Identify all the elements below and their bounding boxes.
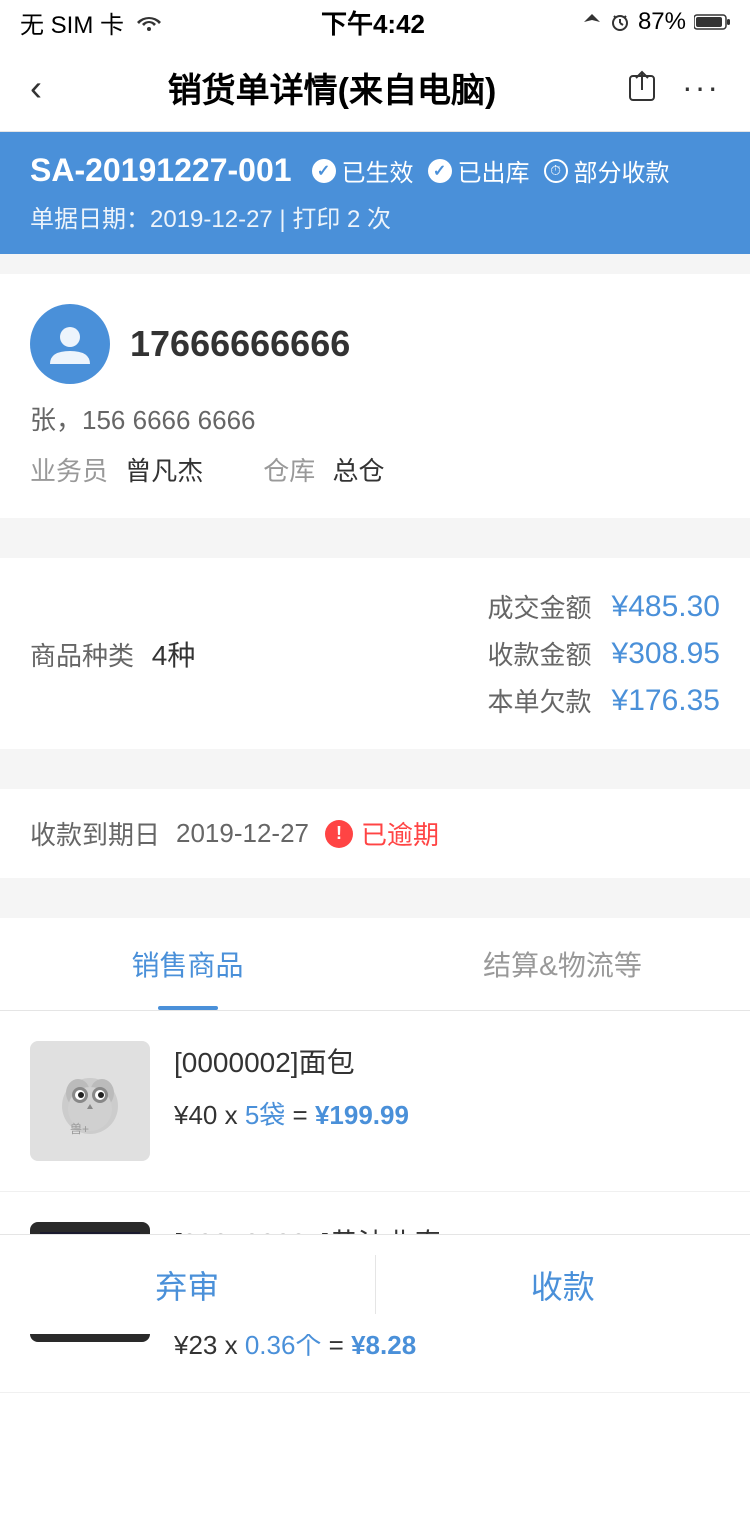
- badge-shipped: ✓ 已出库: [428, 153, 530, 188]
- status-badges: ✓ 已生效 ✓ 已出库 ⏱ 部分收款: [312, 153, 670, 188]
- badge-activated: ✓ 已生效: [312, 153, 414, 188]
- kinds-value: 4种: [152, 640, 196, 671]
- battery-icon: [694, 13, 730, 31]
- person-icon: [45, 319, 95, 369]
- product-thumb-1: 兽+: [30, 1041, 150, 1161]
- bottom-bar: 弃审 收款: [0, 1234, 750, 1334]
- overdue-text: 已逾期: [361, 815, 439, 852]
- status-left: 无 SIM 卡: [20, 5, 164, 40]
- price-base-2: ¥23 x: [174, 1330, 245, 1360]
- separator-1: [0, 518, 750, 538]
- alarm-icon: [610, 12, 630, 32]
- nav-left: ‹: [30, 67, 42, 109]
- product-kinds: 商品种类 4种: [30, 634, 195, 674]
- product-item-1: 兽+ [0000002]面包 ¥40 x 5袋 = ¥199.99: [0, 1011, 750, 1192]
- check-icon-2: ✓: [428, 159, 452, 183]
- badge-shipped-label: 已出库: [458, 153, 530, 188]
- amount-row-2: 收款金额 ¥308.95: [488, 635, 720, 672]
- nav-bar: ‹ 销货单详情(来自电脑) ···: [0, 44, 750, 132]
- status-right: 87%: [582, 8, 730, 36]
- price-total-1: ¥199.99: [315, 1100, 409, 1130]
- svg-text:兽+: 兽+: [70, 1122, 89, 1136]
- wifi-icon: [134, 12, 164, 32]
- debt-value: ¥176.35: [612, 684, 720, 718]
- sales-meta: 业务员 曾凡杰: [30, 451, 203, 488]
- separator-3: [0, 878, 750, 898]
- signal-text: 无 SIM 卡: [20, 5, 124, 40]
- bottom-padding: [0, 1393, 750, 1513]
- price-qty-2: 0.36个: [245, 1330, 322, 1360]
- avatar: [30, 304, 110, 384]
- tabs-section: 销售商品 结算&物流等 兽+ [0000002]面包: [0, 918, 750, 1513]
- nav-right: ···: [622, 68, 720, 108]
- collected-label: 收款金额: [488, 635, 592, 672]
- product-info-1: [0000002]面包 ¥40 x 5袋 = ¥199.99: [174, 1041, 720, 1161]
- share-icon[interactable]: [622, 68, 662, 108]
- overdue-icon: !: [325, 820, 353, 848]
- status-bar: 无 SIM 卡 下午4:42 87%: [0, 0, 750, 44]
- warehouse-meta: 仓库 总仓: [263, 451, 384, 488]
- product-price-1: ¥40 x 5袋 = ¥199.99: [174, 1095, 720, 1132]
- amount-row-3: 本单欠款 ¥176.35: [488, 682, 720, 719]
- status-time: 下午4:42: [321, 4, 425, 41]
- reject-button[interactable]: 弃审: [0, 1235, 375, 1334]
- badge-partial-label: 部分收款: [574, 153, 670, 188]
- price-qty-1: 5袋: [245, 1100, 285, 1130]
- sales-value: 曾凡杰: [125, 456, 203, 486]
- summary-left: 商品种类 4种: [30, 588, 195, 719]
- price-equals-1: =: [293, 1100, 315, 1130]
- clock-icon: ⏱: [544, 159, 568, 183]
- badge-partial: ⏱ 部分收款: [544, 153, 670, 188]
- customer-top: 17666666666: [30, 304, 720, 384]
- tab-products[interactable]: 销售商品: [0, 918, 375, 1010]
- separator-2: [0, 749, 750, 769]
- price-total-2: ¥8.28: [351, 1330, 416, 1360]
- more-button[interactable]: ···: [682, 69, 720, 106]
- amount-row-1: 成交金额 ¥485.30: [488, 588, 720, 625]
- back-button[interactable]: ‹: [30, 67, 42, 109]
- page-title: 销货单详情(来自电脑): [168, 63, 497, 112]
- banner-sub: 单据日期：2019-12-27 | 打印 2 次: [30, 199, 720, 234]
- collected-value: ¥308.95: [612, 637, 720, 671]
- tab-settlement[interactable]: 结算&物流等: [375, 918, 750, 1010]
- tabs-header: 销售商品 结算&物流等: [0, 918, 750, 1011]
- customer-phone: 17666666666: [130, 323, 350, 365]
- customer-meta: 业务员 曾凡杰 仓库 总仓: [30, 451, 720, 488]
- order-id: SA-20191227-001: [30, 152, 292, 189]
- collect-button[interactable]: 收款: [376, 1235, 750, 1334]
- summary-section: 商品种类 4种 成交金额 ¥485.30 收款金额 ¥308.95 本单欠款 ¥…: [0, 558, 750, 749]
- summary-right: 成交金额 ¥485.30 收款金额 ¥308.95 本单欠款 ¥176.35: [488, 588, 720, 719]
- amount-label: 成交金额: [488, 588, 592, 625]
- warehouse-label: 仓库: [263, 456, 315, 486]
- overdue-badge: ! 已逾期: [325, 815, 439, 852]
- due-label: 收款到期日: [30, 815, 160, 852]
- check-icon-1: ✓: [312, 159, 336, 183]
- kinds-label: 商品种类: [30, 641, 134, 671]
- sales-label: 业务员: [30, 456, 108, 486]
- customer-name: 张，156 6666 6666: [30, 400, 720, 437]
- price-base-1: ¥40 x: [174, 1100, 245, 1130]
- header-banner: SA-20191227-001 ✓ 已生效 ✓ 已出库 ⏱ 部分收款 单据日期：…: [0, 132, 750, 254]
- warehouse-value: 总仓: [333, 456, 385, 486]
- location-icon: [582, 12, 602, 32]
- badge-activated-label: 已生效: [342, 153, 414, 188]
- product-name-1: [0000002]面包: [174, 1041, 720, 1081]
- battery-percent: 87%: [638, 8, 686, 36]
- due-date: 2019-12-27: [176, 818, 309, 849]
- customer-section: 17666666666 张，156 6666 6666 业务员 曾凡杰 仓库 总…: [0, 274, 750, 518]
- amount-value: ¥485.30: [612, 590, 720, 624]
- owl-icon: 兽+: [50, 1061, 130, 1141]
- debt-label: 本单欠款: [488, 682, 592, 719]
- price-equals-2: =: [329, 1330, 351, 1360]
- due-section: 收款到期日 2019-12-27 ! 已逾期: [0, 789, 750, 878]
